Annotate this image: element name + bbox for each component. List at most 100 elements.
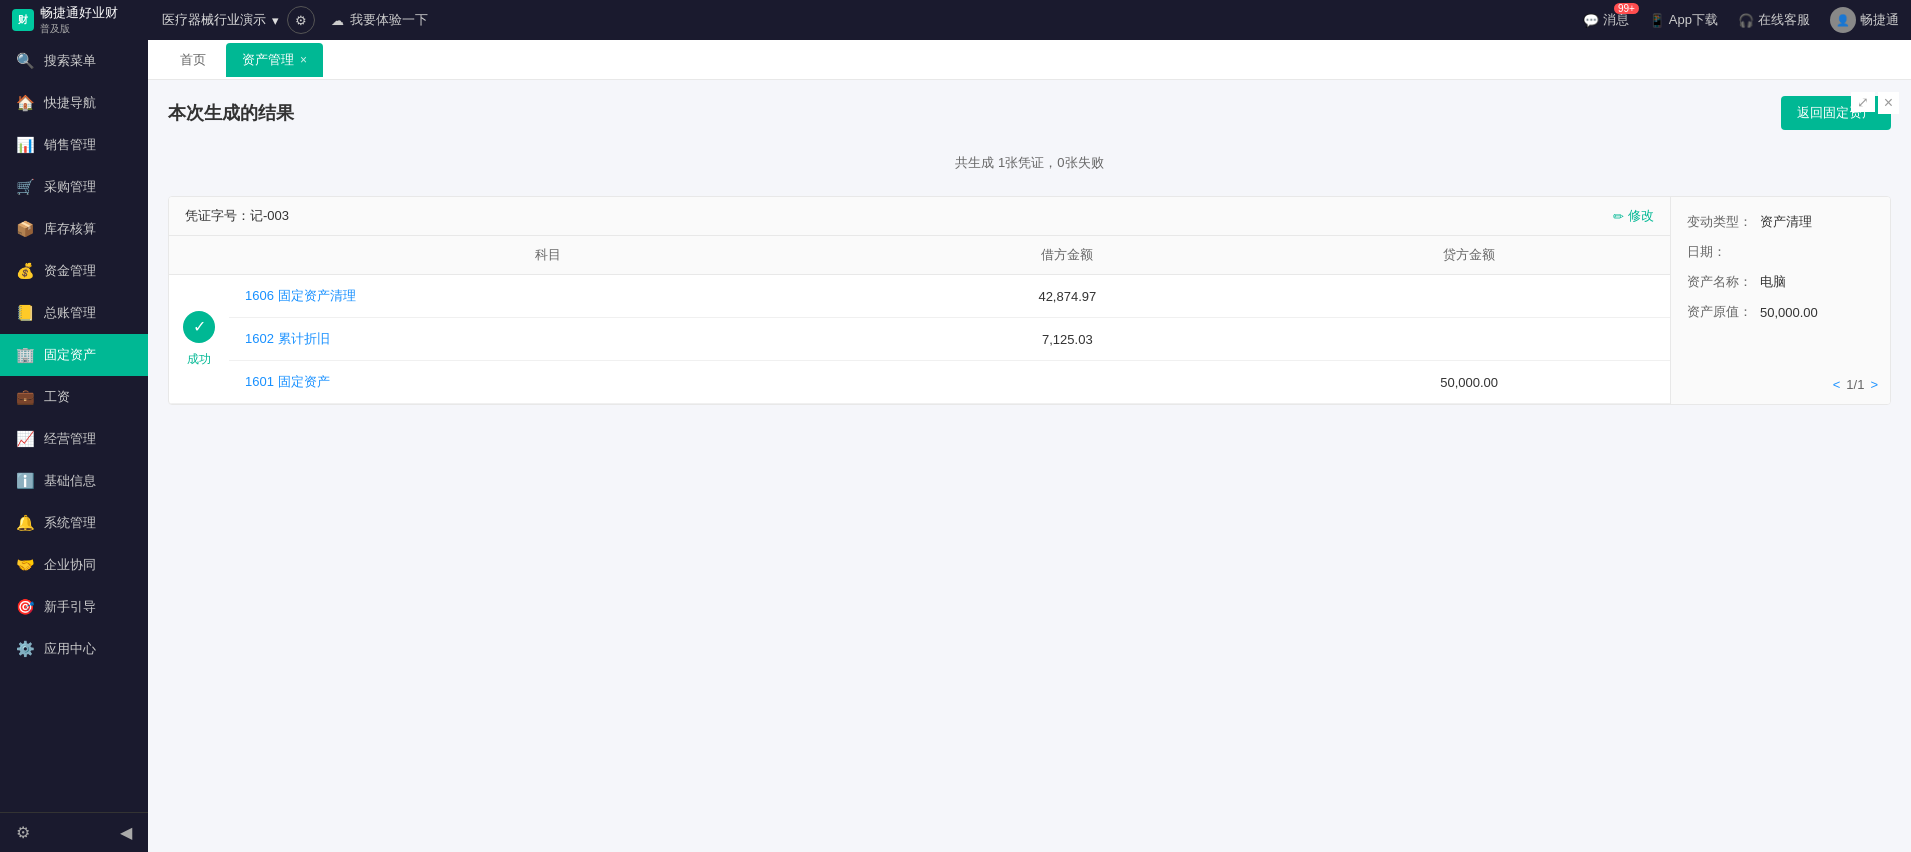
- tab-assets-management[interactable]: 资产管理 ×: [226, 43, 323, 77]
- original-value-value: 50,000.00: [1760, 305, 1818, 320]
- home-icon: 🏠: [16, 94, 34, 112]
- logo-icon: 财: [12, 9, 34, 31]
- sidebar: 🔍 搜索菜单 🏠 快捷导航 📊 销售管理 🛒 采购管理 📦 库存核算 💰: [0, 40, 148, 852]
- row3-debit: [866, 361, 1268, 404]
- asset-name-label: 资产名称：: [1687, 273, 1752, 291]
- tab-close-icon[interactable]: ×: [300, 53, 307, 67]
- row3-subject: 1601 固定资产: [229, 361, 866, 404]
- logo-sub: 普及版: [40, 22, 118, 36]
- sidebar-item-label: 企业协同: [44, 556, 96, 574]
- company-selector[interactable]: 医疗器械行业演示 ▾: [162, 11, 279, 29]
- sidebar-scroll: 🔍 搜索菜单 🏠 快捷导航 📊 销售管理 🛒 采购管理 📦 库存核算 💰: [0, 40, 148, 812]
- change-type-label: 变动类型：: [1687, 213, 1752, 231]
- col-subject: 科目: [229, 236, 866, 275]
- success-check-icon: ✓: [183, 311, 215, 343]
- sidebar-item-search-menu[interactable]: 🔍 搜索菜单: [0, 40, 148, 82]
- logo-title: 畅捷通好业财: [40, 4, 118, 22]
- expand-button[interactable]: ⤢: [1851, 92, 1875, 112]
- sidebar-item-inventory[interactable]: 📦 库存核算: [0, 208, 148, 250]
- basic-info-icon: ℹ️: [16, 472, 34, 490]
- app-center-icon: ⚙️: [16, 640, 34, 658]
- user-name: 畅捷通: [1860, 11, 1899, 29]
- sidebar-item-label: 经营管理: [44, 430, 96, 448]
- sidebar-item-ledger[interactable]: 📒 总账管理: [0, 292, 148, 334]
- close-button[interactable]: ×: [1878, 92, 1899, 114]
- voucher-number: 凭证字号：记-003: [185, 207, 289, 225]
- settings-bottom-icon[interactable]: ⚙: [16, 823, 30, 842]
- table-row: 1602 累计折旧 7,125.03: [169, 318, 1670, 361]
- result-summary: 共生成 1张凭证，0张失败: [168, 146, 1891, 180]
- sidebar-item-label: 固定资产: [44, 346, 96, 364]
- row1-credit: [1268, 275, 1670, 318]
- voucher-card: 凭证字号：记-003 ✏ 修改 科目 借方金额: [168, 196, 1891, 405]
- voucher-table: 科目 借方金额 贷方金额 ✓ 成功: [169, 236, 1670, 404]
- messages-button[interactable]: 💬 消息 99+: [1583, 11, 1629, 29]
- sidebar-item-label: 库存核算: [44, 220, 96, 238]
- system-icon: 🔔: [16, 514, 34, 532]
- search-icon: 🔍: [16, 52, 34, 70]
- asset-name-row: 资产名称： 电脑: [1687, 273, 1874, 291]
- main-layout: 🔍 搜索菜单 🏠 快捷导航 📊 销售管理 🛒 采购管理 📦 库存核算 💰: [0, 40, 1911, 852]
- sidebar-item-salary[interactable]: 💼 工资: [0, 376, 148, 418]
- sidebar-item-operations[interactable]: 📈 经营管理: [0, 418, 148, 460]
- sidebar-item-app-center[interactable]: ⚙️ 应用中心: [0, 628, 148, 670]
- row2-credit: [1268, 318, 1670, 361]
- ledger-icon: 📒: [16, 304, 34, 322]
- success-label: 成功: [187, 351, 211, 368]
- service-icon: 🎧: [1738, 13, 1754, 28]
- sidebar-item-system[interactable]: 🔔 系统管理: [0, 502, 148, 544]
- sidebar-item-guide[interactable]: 🎯 新手引导: [0, 586, 148, 628]
- edit-button[interactable]: ✏ 修改: [1613, 207, 1654, 225]
- tab-home[interactable]: 首页: [164, 43, 222, 77]
- settings-button[interactable]: ⚙: [287, 6, 315, 34]
- purchase-icon: 🛒: [16, 178, 34, 196]
- prev-page-button[interactable]: <: [1833, 377, 1841, 392]
- topbar-right: 💬 消息 99+ 📱 App下载 🎧 在线客服 👤 畅捷通: [1583, 7, 1899, 33]
- page-info: 1/1: [1846, 377, 1864, 392]
- user-menu[interactable]: 👤 畅捷通: [1830, 7, 1899, 33]
- sidebar-bottom: ⚙ ◀: [0, 812, 148, 852]
- change-type-value: 资产清理: [1760, 213, 1812, 231]
- company-name: 医疗器械行业演示: [162, 11, 266, 29]
- sidebar-item-sales[interactable]: 📊 销售管理: [0, 124, 148, 166]
- guide-icon: 🎯: [16, 598, 34, 616]
- table-row: 1601 固定资产 50,000.00: [169, 361, 1670, 404]
- sidebar-item-enterprise[interactable]: 🤝 企业协同: [0, 544, 148, 586]
- app-download-button[interactable]: 📱 App下载: [1649, 11, 1718, 29]
- inventory-icon: 📦: [16, 220, 34, 238]
- sidebar-item-funds[interactable]: 💰 资金管理: [0, 250, 148, 292]
- edit-label: 修改: [1628, 207, 1654, 225]
- collapse-icon[interactable]: ◀: [120, 823, 132, 842]
- fixed-assets-icon: 🏢: [16, 346, 34, 364]
- next-page-button[interactable]: >: [1870, 377, 1878, 392]
- try-button[interactable]: ☁ 我要体验一下: [331, 11, 428, 29]
- voucher-right-panel: 变动类型： 资产清理 日期： 资产名称： 电脑 资产原值： 50,000.00: [1670, 197, 1890, 404]
- message-icon: 💬: [1583, 13, 1599, 28]
- sidebar-item-label: 搜索菜单: [44, 52, 96, 70]
- sidebar-item-label: 资金管理: [44, 262, 96, 280]
- sidebar-item-basic-info[interactable]: ℹ️ 基础信息: [0, 460, 148, 502]
- download-icon: 📱: [1649, 13, 1665, 28]
- online-service-button[interactable]: 🎧 在线客服: [1738, 11, 1810, 29]
- sidebar-item-quick-nav[interactable]: 🏠 快捷导航: [0, 82, 148, 124]
- page-title: 本次生成的结果: [168, 101, 294, 125]
- row2-debit: 7,125.03: [866, 318, 1268, 361]
- sidebar-item-label: 系统管理: [44, 514, 96, 532]
- tab-bar: 首页 资产管理 ×: [148, 40, 1911, 80]
- page-content: ⤢ × 本次生成的结果 返回固定资产 共生成 1张凭证，0张失败 凭证字号：记-…: [148, 80, 1911, 852]
- topbar: 财 畅捷通好业财 普及版 医疗器械行业演示 ▾ ⚙ ☁ 我要体验一下 💬 消息 …: [0, 0, 1911, 40]
- sidebar-item-fixed-assets[interactable]: 🏢 固定资产: [0, 334, 148, 376]
- cloud-icon: ☁: [331, 13, 344, 28]
- content-area: 首页 资产管理 × ⤢ × 本次生成的结果 返回固定资产 共生成 1张凭证，0张…: [148, 40, 1911, 852]
- row2-subject: 1602 累计折旧: [229, 318, 866, 361]
- messages-badge: 99+: [1614, 3, 1639, 14]
- success-col-header: [169, 236, 229, 275]
- sidebar-item-purchase[interactable]: 🛒 采购管理: [0, 166, 148, 208]
- logo: 财 畅捷通好业财 普及版: [12, 4, 152, 36]
- sidebar-item-label: 总账管理: [44, 304, 96, 322]
- tab-active-label: 资产管理: [242, 51, 294, 69]
- page-header: 本次生成的结果 返回固定资产: [168, 96, 1891, 130]
- try-label: 我要体验一下: [350, 11, 428, 29]
- logo-text: 畅捷通好业财 普及版: [40, 4, 118, 36]
- operations-icon: 📈: [16, 430, 34, 448]
